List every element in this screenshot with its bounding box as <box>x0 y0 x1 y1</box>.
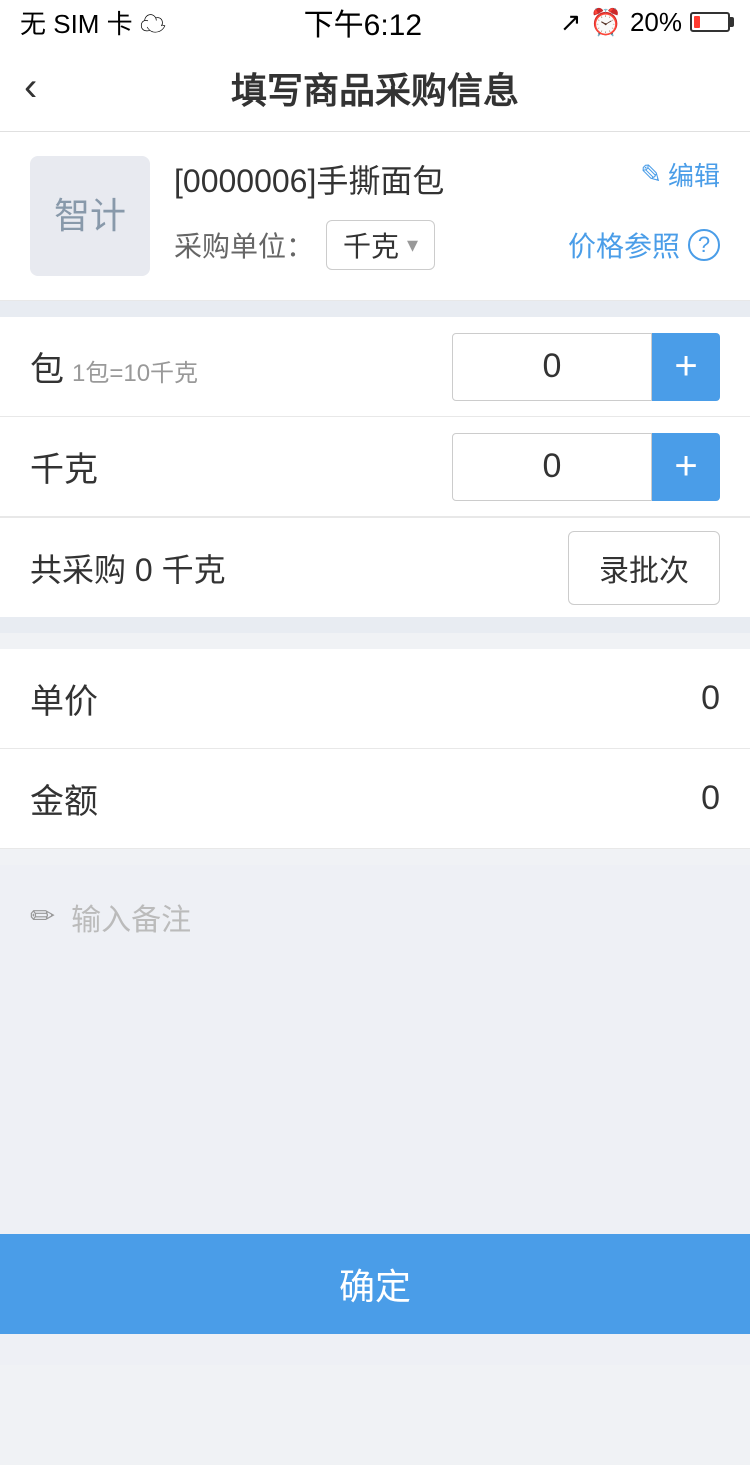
kg-stepper: + <box>452 433 720 501</box>
product-info: [0000006]手撕面包 ✎ 编辑 采购单位： 千克 ▾ 价格参照 ? <box>174 156 720 270</box>
battery-icon <box>690 12 730 32</box>
record-batch-button[interactable]: 录批次 <box>568 531 720 605</box>
unit-label: 采购单位： <box>174 225 314 265</box>
section-divider-2 <box>0 617 750 633</box>
product-image: 智计 <box>30 156 150 276</box>
summary-row: 共采购 0 千克 录批次 <box>0 517 750 617</box>
price-ref-button[interactable]: 价格参照 ? <box>568 225 720 265</box>
price-section: 单价 0 金额 0 <box>0 649 750 849</box>
input-section: 包1包=10千克 + 千克 + 共采购 0 千克 录批次 <box>0 317 750 617</box>
product-logo: 智计 <box>54 194 126 237</box>
bao-plus-button[interactable]: + <box>652 333 720 401</box>
section-divider-1 <box>0 301 750 317</box>
kg-plus-button[interactable]: + <box>652 433 720 501</box>
price-ref-help-icon: ? <box>688 229 720 261</box>
kg-label: 千克 <box>30 442 452 491</box>
pencil-icon: ✏ <box>30 899 55 934</box>
status-time: 下午6:12 <box>304 0 422 44</box>
amount-value: 0 <box>701 779 720 818</box>
unit-price-row: 单价 0 <box>0 649 750 749</box>
product-card: 智计 [0000006]手撕面包 ✎ 编辑 采购单位： 千克 ▾ <box>0 132 750 301</box>
amount-row: 金额 0 <box>0 749 750 849</box>
back-button[interactable]: ‹ <box>24 65 37 110</box>
bao-label: 包1包=10千克 <box>30 342 452 391</box>
price-ref-label: 价格参照 <box>568 225 680 265</box>
unit-price-label: 单价 <box>30 674 701 723</box>
bao-input-row: 包1包=10千克 + <box>0 317 750 417</box>
bao-input[interactable] <box>452 333 652 401</box>
remark-section[interactable]: ✏ 输入备注 <box>0 865 750 1065</box>
page-title: 填写商品采购信息 <box>231 62 519 114</box>
unit-value: 千克 <box>343 225 399 265</box>
edit-icon: ✎ <box>640 159 662 190</box>
confirm-button[interactable]: 确定 <box>0 1234 750 1334</box>
alarm-icon: ⏰ <box>590 7 622 38</box>
status-right: ↗ ⏰ 20% <box>560 7 730 38</box>
kg-input[interactable] <box>452 433 652 501</box>
location-icon: ↗ <box>560 7 582 38</box>
remark-placeholder: 输入备注 <box>71 895 191 939</box>
product-name: [0000006]手撕面包 <box>174 156 444 202</box>
sim-status: 无 SIM 卡 ☁ <box>20 4 166 41</box>
status-left: 无 SIM 卡 ☁ <box>20 4 166 41</box>
status-bar: 无 SIM 卡 ☁ 下午6:12 ↗ ⏰ 20% <box>0 0 750 44</box>
chevron-down-icon: ▾ <box>407 232 418 258</box>
battery-percent: 20% <box>630 7 682 38</box>
bao-sub: 1包=10千克 <box>72 360 198 387</box>
summary-text: 共采购 0 千克 <box>30 545 568 591</box>
edit-label: 编辑 <box>668 156 720 193</box>
unit-price-value: 0 <box>701 679 720 718</box>
bao-stepper: + <box>452 333 720 401</box>
product-unit-row: 采购单位： 千克 ▾ 价格参照 ? <box>174 220 720 270</box>
kg-input-row: 千克 + <box>0 417 750 517</box>
product-header: [0000006]手撕面包 ✎ 编辑 <box>174 156 720 202</box>
unit-select[interactable]: 千克 ▾ <box>326 220 435 270</box>
edit-button[interactable]: ✎ 编辑 <box>640 156 720 193</box>
confirm-label: 确定 <box>339 1258 411 1310</box>
nav-bar: ‹ 填写商品采购信息 <box>0 44 750 132</box>
amount-label: 金额 <box>30 774 701 823</box>
